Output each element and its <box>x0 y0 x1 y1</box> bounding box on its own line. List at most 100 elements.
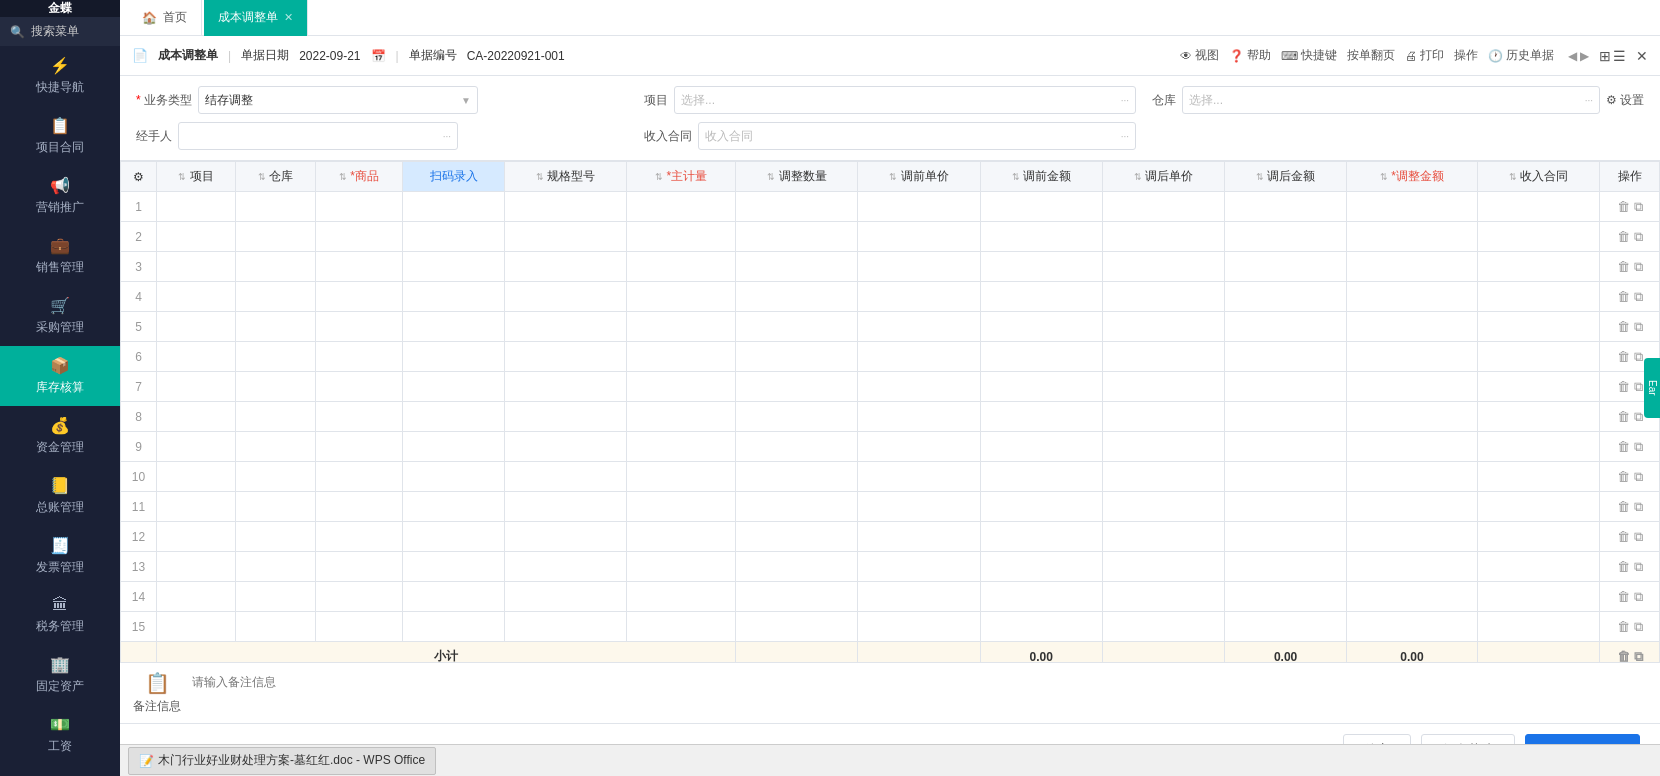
row-1-spec[interactable] <box>505 192 627 222</box>
row-13-scan[interactable] <box>403 552 505 582</box>
settings-btn[interactable]: ⚙ 设置 <box>1606 92 1644 109</box>
business-type-input[interactable]: 结存调整 ▼ <box>198 86 478 114</box>
row-2-prev-amount[interactable] <box>980 222 1102 252</box>
row-9-warehouse[interactable] <box>236 432 315 462</box>
row-11-delete-btn[interactable]: 🗑 <box>1617 499 1630 515</box>
row-13-warehouse[interactable] <box>236 552 315 582</box>
row-1-product[interactable] <box>315 192 403 222</box>
row-10-delete-btn[interactable]: 🗑 <box>1617 469 1630 485</box>
row-9-income-contract[interactable] <box>1477 432 1599 462</box>
row-12-product[interactable] <box>315 522 403 552</box>
row-3-product[interactable] <box>315 252 403 282</box>
row-13-copy-btn[interactable]: ⧉ <box>1634 559 1643 575</box>
row-13-prev-amount[interactable] <box>980 552 1102 582</box>
row-10-prev-price[interactable] <box>858 462 980 492</box>
project-input[interactable]: 选择... ··· <box>674 86 1136 114</box>
row-14-warehouse[interactable] <box>236 582 315 612</box>
row-8-unit[interactable] <box>627 402 736 432</box>
row-11-adjust-qty[interactable] <box>736 492 858 522</box>
row-2-copy-btn[interactable]: ⧉ <box>1634 229 1643 245</box>
row-12-spec[interactable] <box>505 522 627 552</box>
row-11-income-contract[interactable] <box>1477 492 1599 522</box>
row-7-after-price[interactable] <box>1102 372 1224 402</box>
row-6-warehouse[interactable] <box>236 342 315 372</box>
row-14-after-price[interactable] <box>1102 582 1224 612</box>
row-4-prev-price[interactable] <box>858 282 980 312</box>
row-10-income-contract[interactable] <box>1477 462 1599 492</box>
row-4-unit[interactable] <box>627 282 736 312</box>
row-7-adjust-qty[interactable] <box>736 372 858 402</box>
row-1-income-contract[interactable] <box>1477 192 1599 222</box>
row-4-copy-btn[interactable]: ⧉ <box>1634 289 1643 305</box>
row-10-copy-btn[interactable]: ⧉ <box>1634 469 1643 485</box>
row-9-scan[interactable] <box>403 432 505 462</box>
row-14-project[interactable] <box>157 582 236 612</box>
row-8-spec[interactable] <box>505 402 627 432</box>
row-10-spec[interactable] <box>505 462 627 492</box>
handler-input[interactable]: ··· <box>178 122 458 150</box>
row-1-adjust-qty[interactable] <box>736 192 858 222</box>
row-14-copy-btn[interactable]: ⧉ <box>1634 589 1643 605</box>
row-11-after-amount[interactable] <box>1224 492 1346 522</box>
row-5-copy-btn[interactable]: ⧉ <box>1634 319 1643 335</box>
sidebar-item-project-contract[interactable]: 📋 项目合同 <box>0 106 120 166</box>
row-3-after-amount[interactable] <box>1224 252 1346 282</box>
row-13-project[interactable] <box>157 552 236 582</box>
row-14-unit[interactable] <box>627 582 736 612</box>
row-6-income-contract[interactable] <box>1477 342 1599 372</box>
row-4-warehouse[interactable] <box>236 282 315 312</box>
row-9-product[interactable] <box>315 432 403 462</box>
row-8-copy-btn[interactable]: ⧉ <box>1634 409 1643 425</box>
row-11-copy-btn[interactable]: ⧉ <box>1634 499 1643 515</box>
row-8-scan[interactable] <box>403 402 505 432</box>
row-7-after-amount[interactable] <box>1224 372 1346 402</box>
row-6-after-price[interactable] <box>1102 342 1224 372</box>
row-6-product[interactable] <box>315 342 403 372</box>
row-8-prev-price[interactable] <box>858 402 980 432</box>
row-14-adjust-amount[interactable] <box>1347 582 1478 612</box>
row-10-product[interactable] <box>315 462 403 492</box>
row-5-after-price[interactable] <box>1102 312 1224 342</box>
row-2-adjust-qty[interactable] <box>736 222 858 252</box>
row-3-income-contract[interactable] <box>1477 252 1599 282</box>
row-7-scan[interactable] <box>403 372 505 402</box>
row-7-spec[interactable] <box>505 372 627 402</box>
row-12-warehouse[interactable] <box>236 522 315 552</box>
row-8-income-contract[interactable] <box>1477 402 1599 432</box>
row-1-project[interactable] <box>157 192 236 222</box>
row-9-adjust-amount[interactable] <box>1347 432 1478 462</box>
row-11-prev-price[interactable] <box>858 492 980 522</box>
row-1-copy-btn[interactable]: ⧉ <box>1634 199 1643 215</box>
row-1-adjust-amount[interactable] <box>1347 192 1478 222</box>
row-2-income-contract[interactable] <box>1477 222 1599 252</box>
row-10-after-amount[interactable] <box>1224 462 1346 492</box>
row-14-adjust-qty[interactable] <box>736 582 858 612</box>
row-2-unit[interactable] <box>627 222 736 252</box>
row-15-income-contract[interactable] <box>1477 612 1599 642</box>
row-12-after-amount[interactable] <box>1224 522 1346 552</box>
tab-close-btn[interactable]: ✕ <box>284 11 293 24</box>
window-close-btn[interactable]: ✕ <box>1636 48 1648 64</box>
row-4-after-price[interactable] <box>1102 282 1224 312</box>
remarks-input[interactable] <box>192 671 1648 693</box>
row-4-adjust-qty[interactable] <box>736 282 858 312</box>
row-13-adjust-qty[interactable] <box>736 552 858 582</box>
row-8-prev-amount[interactable] <box>980 402 1102 432</box>
row-3-project[interactable] <box>157 252 236 282</box>
row-11-adjust-amount[interactable] <box>1347 492 1478 522</box>
row-7-product[interactable] <box>315 372 403 402</box>
row-5-prev-price[interactable] <box>858 312 980 342</box>
row-4-prev-amount[interactable] <box>980 282 1102 312</box>
row-15-project[interactable] <box>157 612 236 642</box>
row-13-delete-btn[interactable]: 🗑 <box>1617 559 1630 575</box>
row-11-project[interactable] <box>157 492 236 522</box>
row-14-scan[interactable] <box>403 582 505 612</box>
row-2-project[interactable] <box>157 222 236 252</box>
row-9-adjust-qty[interactable] <box>736 432 858 462</box>
more-ops-btn[interactable]: 操作 <box>1454 47 1478 64</box>
row-15-copy-btn[interactable]: ⧉ <box>1634 619 1643 635</box>
row-6-adjust-qty[interactable] <box>736 342 858 372</box>
row-13-prev-price[interactable] <box>858 552 980 582</box>
row-12-project[interactable] <box>157 522 236 552</box>
row-13-after-price[interactable] <box>1102 552 1224 582</box>
